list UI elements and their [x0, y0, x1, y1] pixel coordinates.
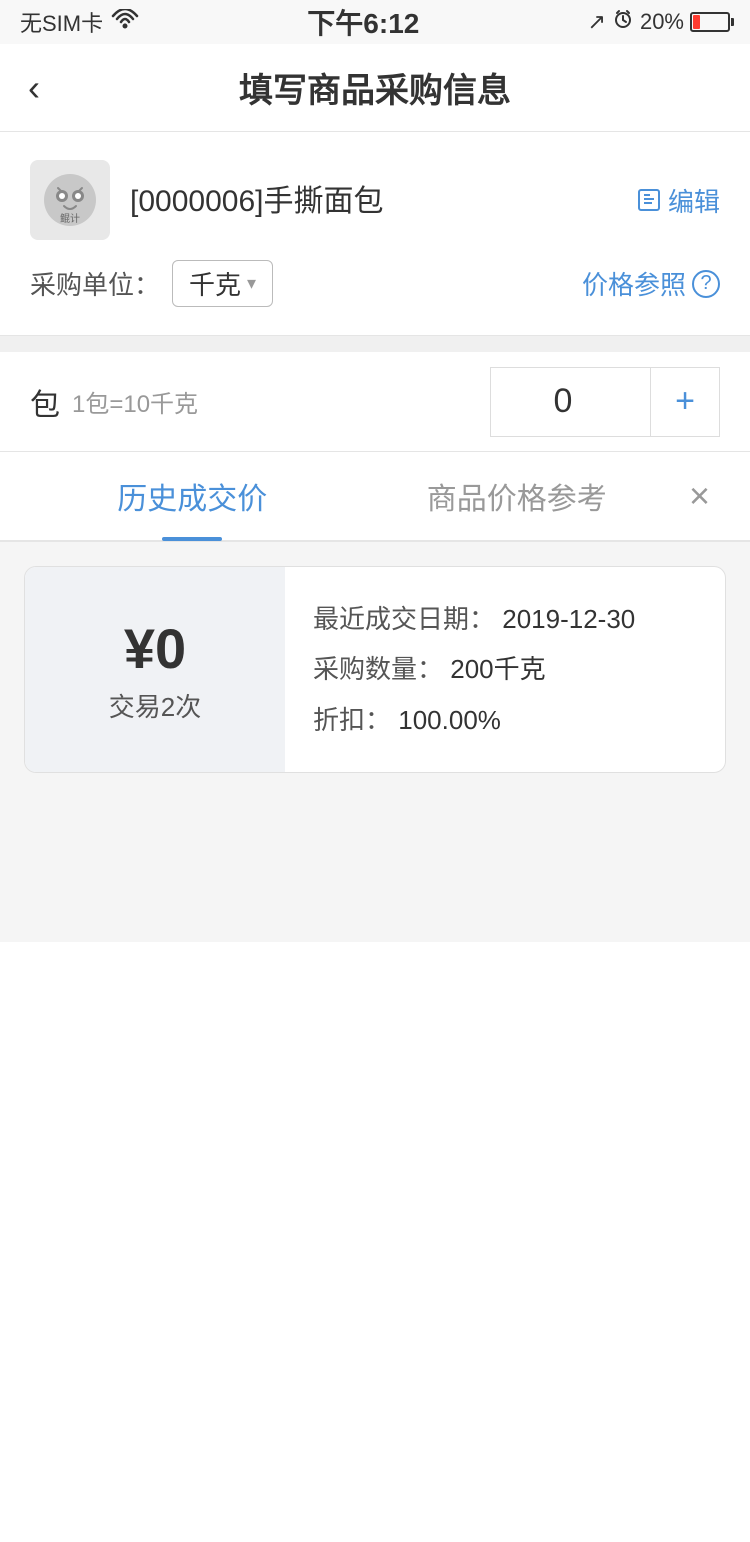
- purchase-qty-label: 采购数量：: [313, 654, 443, 684]
- quantity-input-group: +: [490, 367, 720, 437]
- purchase-qty-row: 采购数量： 200千克: [313, 651, 697, 687]
- bottom-space: [0, 942, 750, 1542]
- battery-percent: 20%: [640, 9, 684, 35]
- section-divider: [0, 336, 750, 352]
- back-button[interactable]: ‹: [28, 70, 40, 106]
- status-time: 下午6:12: [307, 2, 419, 42]
- content-area: ¥0 交易2次 最近成交日期： 2019-12-30 采购数量： 200千克 折…: [0, 542, 750, 942]
- currency-symbol: ¥: [124, 617, 155, 680]
- deal-details: 最近成交日期： 2019-12-30 采购数量： 200千克 折扣： 100.0…: [285, 567, 725, 772]
- chevron-down-icon: ▾: [247, 273, 256, 294]
- tab-history-label: 历史成交价: [117, 474, 267, 518]
- purchase-unit-label: 采购单位：: [30, 265, 160, 302]
- product-info: [0000006]手撕面包: [130, 176, 720, 224]
- purchase-qty-value: 200千克: [450, 654, 545, 684]
- product-bottom: 采购单位： 千克 ▾ 价格参照 ?: [30, 260, 720, 307]
- nav-bar: ‹ 填写商品采购信息: [0, 44, 750, 132]
- price-ref-button[interactable]: 价格参照 ?: [582, 265, 720, 302]
- unit-select[interactable]: 千克 ▾: [172, 260, 273, 307]
- quantity-row: 包 1包=10千克 +: [0, 352, 750, 452]
- recent-date-row: 最近成交日期： 2019-12-30: [313, 601, 697, 637]
- tab-price-ref[interactable]: 商品价格参考: [354, 451, 678, 541]
- carrier-label: 无SIM卡: [20, 6, 103, 38]
- recent-date-label: 最近成交日期：: [313, 604, 495, 634]
- tab-history-price[interactable]: 历史成交价: [30, 451, 354, 541]
- qty-unit: 包: [30, 380, 60, 424]
- product-top: 鲲计 [0000006]手撕面包 编辑: [30, 160, 720, 240]
- battery-icon: [690, 12, 730, 32]
- edit-button[interactable]: 编辑: [636, 182, 720, 219]
- price-ref-label: 价格参照: [582, 265, 686, 302]
- quantity-input[interactable]: [490, 367, 650, 437]
- deal-transaction-count: 交易2次: [109, 687, 201, 724]
- product-thumbnail: 鲲计: [30, 160, 110, 240]
- svg-text:鲲计: 鲲计: [60, 212, 80, 225]
- purchase-unit: 采购单位： 千克 ▾: [30, 260, 273, 307]
- tab-price-ref-label: 商品价格参考: [427, 474, 607, 518]
- help-icon: ?: [692, 270, 720, 298]
- tabs-bar: 历史成交价 商品价格参考 ×: [0, 452, 750, 542]
- status-right: ↗ 20%: [588, 8, 730, 36]
- status-bar: 无SIM卡 下午6:12 ↗ 20%: [0, 0, 750, 44]
- deal-card: ¥0 交易2次 最近成交日期： 2019-12-30 采购数量： 200千克 折…: [24, 566, 726, 773]
- page-title: 填写商品采购信息: [239, 63, 511, 112]
- discount-value: 100.00%: [398, 705, 501, 735]
- deal-summary: ¥0 交易2次: [25, 567, 285, 772]
- tab-close-button[interactable]: ×: [679, 475, 720, 517]
- location-icon: ↗: [588, 9, 606, 35]
- wifi-icon: [111, 9, 139, 35]
- recent-date-value: 2019-12-30: [502, 604, 635, 634]
- price-value: 0: [155, 617, 186, 680]
- discount-label: 折扣：: [313, 705, 391, 735]
- deal-price: ¥0: [124, 616, 186, 681]
- edit-label[interactable]: 编辑: [668, 182, 720, 219]
- alarm-icon: [612, 8, 634, 36]
- product-name: [0000006]手撕面包: [130, 176, 720, 220]
- unit-value: 千克: [189, 265, 241, 302]
- discount-row: 折扣： 100.00%: [313, 702, 697, 738]
- quantity-label: 包 1包=10千克: [30, 380, 198, 424]
- product-card: 鲲计 [0000006]手撕面包 编辑 采购单位： 千克 ▾ 价格参: [0, 132, 750, 336]
- status-left: 无SIM卡: [20, 6, 139, 38]
- qty-plus-button[interactable]: +: [650, 367, 720, 437]
- qty-conversion: 1包=10千克: [72, 384, 198, 419]
